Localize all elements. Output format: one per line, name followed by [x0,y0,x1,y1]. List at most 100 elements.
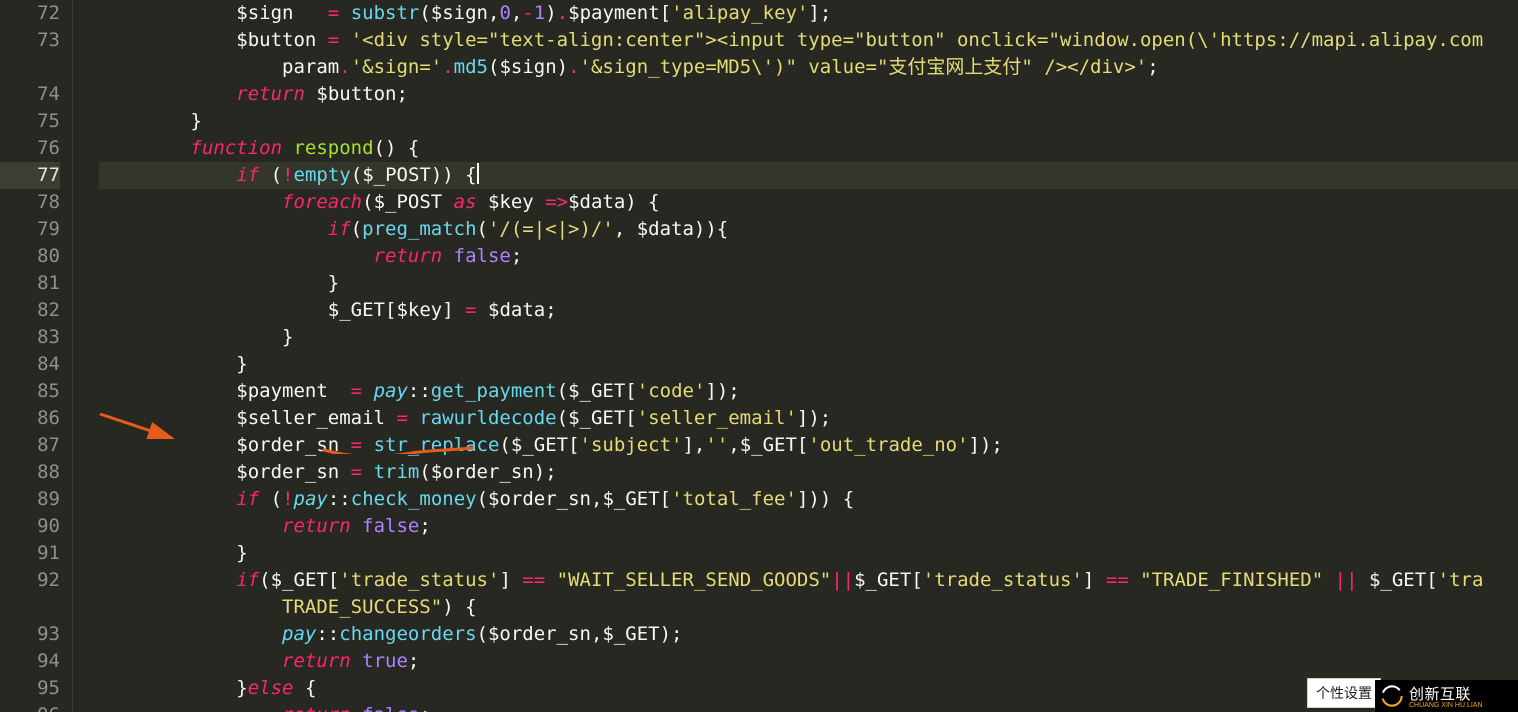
token-punct: , [488,2,499,24]
token-func: substr [351,2,420,24]
line-number: 72 [0,0,60,27]
code-editor[interactable]: 7273747576777879808182838485868788899091… [0,0,1518,712]
code-line[interactable]: return $button; [99,81,1518,108]
code-line[interactable]: $payment = pay::get_payment($_GET['code'… [99,378,1518,405]
token-default [351,704,362,712]
token-keyword: return [282,704,351,712]
token-const: false [362,515,419,537]
token-string: TRADE_SUCCESS" [282,596,442,618]
line-number: 95 [0,675,60,702]
code-line[interactable]: } [99,351,1518,378]
code-line[interactable]: return false; [99,243,1518,270]
line-number: 94 [0,648,60,675]
token-func: empty [294,164,351,186]
token-punct: ; [511,245,522,267]
code-line[interactable]: if (!empty($_POST)) { [99,162,1518,189]
token-type: pay [282,623,316,645]
token-default [339,2,350,24]
token-var: param [282,56,339,78]
token-string: '/(=|<|>)/' [488,218,614,240]
token-var: $_POST [362,164,431,186]
token-keyword: if [236,569,259,591]
code-line[interactable]: if($_GET['trade_status'] == "WAIT_SELLER… [99,567,1518,594]
code-line[interactable]: foreach($_POST as $key =>$data) { [99,189,1518,216]
token-punct: ( [259,569,270,591]
token-var: $order_sn [236,461,350,483]
token-string: 'code' [637,380,706,402]
token-punct: ( [419,461,430,483]
token-const: false [362,704,419,712]
token-op: . [339,56,350,78]
code-line[interactable]: return false; [99,702,1518,712]
token-punct: ]); [705,380,739,402]
token-const: false [454,245,511,267]
code-line[interactable]: return false; [99,513,1518,540]
token-var: $_GET [328,299,385,321]
token-punct: } [328,272,339,294]
token-var: $sign [236,2,328,24]
token-string: "TRADE_FINISHED" [1140,569,1323,591]
token-op: == [1106,569,1129,591]
token-var: $payment [568,2,660,24]
token-default [477,191,488,213]
token-var: $data [637,218,694,240]
token-var: $_GET [511,434,568,456]
token-punct: ] [1083,569,1106,591]
token-default [351,515,362,537]
token-punct: ( [477,623,488,645]
line-number: 86 [0,405,60,432]
code-line[interactable]: $order_sn = str_replace($_GET['subject']… [99,432,1518,459]
code-line[interactable]: function respond() { [99,135,1518,162]
token-default [362,380,373,402]
line-number: 92 [0,567,60,594]
code-area[interactable]: $sign = substr($sign,0,-1).$payment['ali… [87,0,1518,712]
token-var: $_GET [854,569,911,591]
line-number: 75 [0,108,60,135]
fold-column [73,0,87,712]
code-line[interactable]: } [99,324,1518,351]
personalize-settings-button[interactable]: 个性设置 [1307,678,1381,708]
token-punct: ( [362,191,373,213]
token-punct: [ [660,488,671,510]
code-line[interactable]: TRADE_SUCCESS") { [99,594,1518,621]
code-line[interactable]: if(preg_match('/(=|<|>)/', $data)){ [99,216,1518,243]
token-keyword: if [236,488,259,510]
code-line[interactable]: }else { [99,675,1518,702]
token-string: 'trade_status' [923,569,1083,591]
token-punct: :: [316,623,339,645]
line-number: 88 [0,459,60,486]
line-number: 76 [0,135,60,162]
token-punct: ])) { [797,488,854,510]
token-punct: () { [374,137,420,159]
code-line[interactable]: $_GET[$key] = $data; [99,297,1518,324]
token-var: $button [316,83,396,105]
token-default [351,650,362,672]
code-line[interactable]: pay::changeorders($order_sn,$_GET); [99,621,1518,648]
code-line[interactable]: } [99,108,1518,135]
token-funcname: respond [293,137,373,159]
line-number: 89 [0,486,60,513]
token-string: '&sign_type=MD5\')" value="支付宝网上支付" /></… [580,56,1148,78]
code-line[interactable]: $order_sn = trim($order_sn); [99,459,1518,486]
code-line[interactable]: $sign = substr($sign,0,-1).$payment['ali… [99,0,1518,27]
token-keyword: else [248,677,294,699]
code-line[interactable]: return true; [99,648,1518,675]
code-line[interactable]: } [99,270,1518,297]
token-punct: , [728,434,739,456]
line-number: 84 [0,351,60,378]
token-punct: { [305,677,316,699]
token-var: $order_sn [236,434,350,456]
token-op: || [831,569,854,591]
token-op: = [396,407,407,429]
code-line[interactable]: $button = '<div style="text-align:center… [99,27,1518,54]
token-func: trim [374,461,420,483]
token-string: '&sign=' [351,56,443,78]
token-keyword: as [454,191,477,213]
code-line[interactable]: param.'&sign='.md5($sign).'&sign_type=MD… [99,54,1518,81]
token-punct: , [591,488,602,510]
code-line[interactable]: $seller_email = rawurldecode($_GET['sell… [99,405,1518,432]
code-line[interactable]: if (!pay::check_money($order_sn,$_GET['t… [99,486,1518,513]
token-default [282,137,293,159]
token-type: pay [374,380,408,402]
code-line[interactable]: } [99,540,1518,567]
